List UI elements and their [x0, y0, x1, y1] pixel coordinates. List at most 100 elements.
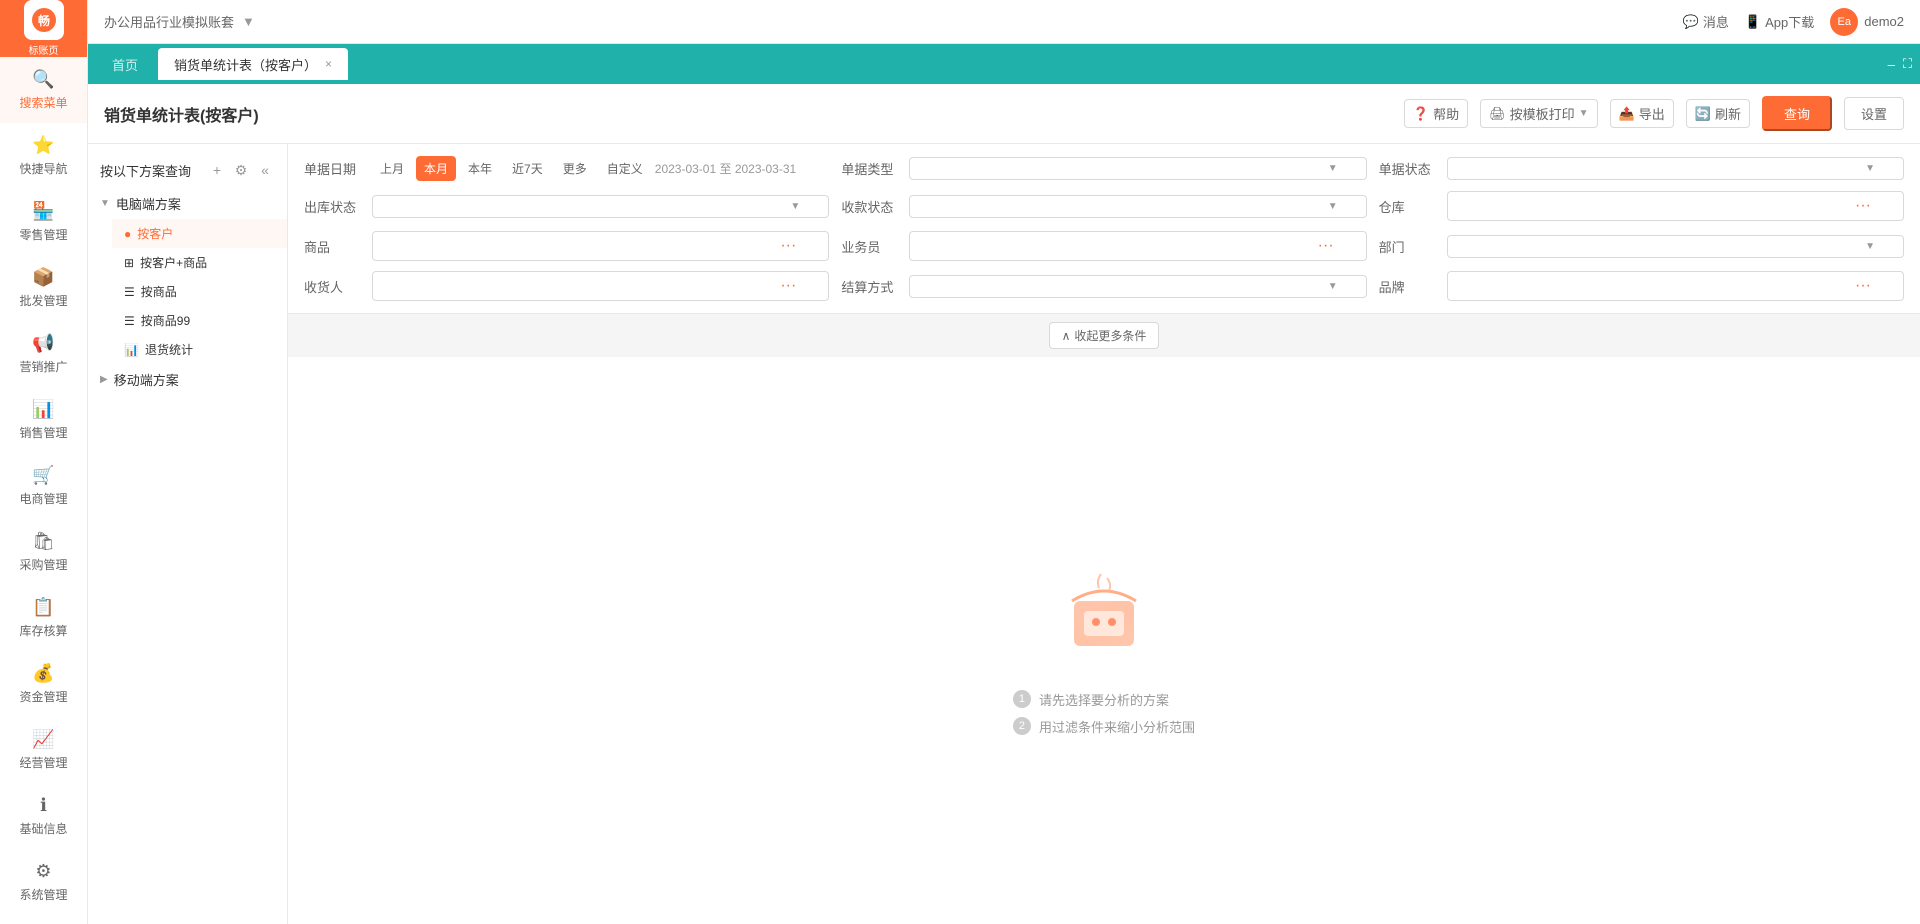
tab-home[interactable]: 首页 — [96, 48, 154, 80]
sidebar-item-marketing[interactable]: 📢 营销推广 — [0, 321, 88, 387]
filter-payment-col: 收款状态 ▼ — [841, 195, 1366, 218]
app-download-button[interactable]: 📱 App下载 — [1745, 12, 1814, 31]
print-label: 按模板打印 — [1510, 104, 1575, 123]
scheme-return-stats-label: 退货统计 — [145, 341, 193, 358]
collapse-button[interactable]: ∧ 收起更多条件 — [1049, 322, 1160, 349]
warehouse-ellipsis[interactable]: ··· — [1851, 197, 1875, 215]
tree-section-pc[interactable]: ▼ 电脑端方案 — [88, 188, 287, 219]
step-1-text: 请先选择要分析的方案 — [1039, 690, 1169, 709]
sidebar-item-quicknav[interactable]: ⭐ 快捷导航 — [0, 123, 88, 189]
sidebar-item-basic[interactable]: ℹ 基础信息 — [0, 783, 88, 849]
receiver-ellipsis[interactable]: ··· — [776, 277, 800, 295]
sidebar-item-collab[interactable]: 🤝 企业协同 — [0, 915, 88, 924]
filter-order-status-col: 单据状态 ▼ — [1379, 157, 1904, 180]
scheme-by-customer[interactable]: ● 按客户 — [112, 219, 287, 248]
collapse-chevron-icon: ∧ — [1062, 329, 1071, 343]
sidebar-item-search[interactable]: 🔍 搜索菜单 — [0, 57, 88, 123]
scheme-by-product[interactable]: ☰ 按商品 — [112, 277, 287, 306]
sidebar-item-basic-label: 基础信息 — [19, 820, 67, 837]
basic-icon: ℹ — [40, 795, 47, 816]
product-select[interactable]: ··· — [372, 231, 829, 261]
minimize-icon[interactable]: – — [1888, 57, 1895, 72]
purchase-icon: 🛍 — [32, 531, 55, 552]
sidebar-item-ecommerce[interactable]: 🛒 电商管理 — [0, 453, 88, 519]
salesperson-ellipsis[interactable]: ··· — [1314, 237, 1338, 255]
query-button[interactable]: 查询 — [1762, 96, 1832, 131]
sidebar-item-system[interactable]: ⚙ 系统管理 — [0, 849, 88, 915]
print-button[interactable]: 🖨 按模板打印 ▼ — [1480, 99, 1597, 128]
salesperson-select[interactable]: ··· — [909, 231, 1366, 261]
sidebar-item-sales[interactable]: 📊 销售管理 — [0, 387, 88, 453]
message-button[interactable]: 💬 消息 — [1683, 12, 1729, 31]
maximize-icon[interactable]: ⛶ — [1903, 56, 1912, 72]
tree-section-mobile[interactable]: ▶ 移动端方案 — [88, 364, 287, 395]
marketing-icon: 📢 — [32, 333, 54, 354]
order-type-select[interactable]: ▼ — [909, 157, 1366, 180]
tab-bar: 首页 销货单统计表（按客户） × – ⛶ — [88, 44, 1920, 84]
brand-ellipsis[interactable]: ··· — [1851, 277, 1875, 295]
sidebar-item-finance[interactable]: 💰 资金管理 — [0, 651, 88, 717]
filter-warehouse-col: 仓库 ··· — [1379, 191, 1904, 221]
header-dropdown-icon[interactable]: ▼ — [242, 14, 255, 29]
tree-children-pc: ● 按客户 ⊞ 按客户+商品 ☰ 按商品 ☰ 按商品99 — [88, 219, 287, 364]
filter-date-col: 单据日期 上月 本月 本年 近7天 更多 自定义 2023-03-01 至 20… — [304, 156, 829, 181]
payment-status-chevron: ▼ — [1328, 201, 1338, 212]
date-custom[interactable]: 自定义 — [599, 156, 651, 181]
left-panel-actions: + ⚙ « — [207, 160, 275, 180]
sidebar-item-ecommerce-label: 电商管理 — [19, 490, 67, 507]
logo-icon: 畅 — [24, 0, 64, 40]
date-this-year[interactable]: 本年 — [460, 156, 500, 181]
filter-settlement-col: 结算方式 ▼ — [841, 275, 1366, 298]
refresh-button[interactable]: 🔄 刷新 — [1686, 99, 1750, 128]
left-panel-header: 按以下方案查询 + ⚙ « — [88, 152, 287, 188]
collapse-panel-button[interactable]: « — [255, 160, 275, 180]
scheme-settings-button[interactable]: ⚙ — [231, 160, 251, 180]
right-panel: 单据日期 上月 本月 本年 近7天 更多 自定义 2023-03-01 至 20… — [288, 144, 1920, 924]
logo-text: 标账页 — [29, 42, 59, 57]
message-label: 消息 — [1703, 12, 1729, 31]
export-button[interactable]: 📤 导出 — [1610, 99, 1674, 128]
person-icon: ● — [124, 227, 131, 241]
body-content: 按以下方案查询 + ⚙ « ▼ 电脑端方案 ● 按客户 — [88, 144, 1920, 924]
print-icon: 🖨 — [1489, 106, 1506, 122]
tree-section-pc-label: 电脑端方案 — [116, 194, 181, 213]
add-scheme-button[interactable]: + — [207, 160, 227, 180]
help-button[interactable]: ❓ 帮助 — [1404, 99, 1468, 128]
chart-icon: 📊 — [124, 343, 139, 357]
date-7days[interactable]: 近7天 — [504, 156, 551, 181]
tab-close-icon[interactable]: × — [325, 57, 332, 71]
sidebar-item-retail[interactable]: 🏪 零售管理 — [0, 189, 88, 255]
warehouse-select[interactable]: ··· — [1447, 191, 1904, 221]
filter-area: 单据日期 上月 本月 本年 近7天 更多 自定义 2023-03-01 至 20… — [288, 144, 1920, 314]
filter-salesperson-col: 业务员 ··· — [841, 231, 1366, 261]
step-2-number: 2 — [1013, 717, 1031, 735]
date-last-month[interactable]: 上月 — [372, 156, 412, 181]
sidebar-item-operations[interactable]: 📈 经营管理 — [0, 717, 88, 783]
sidebar-item-purchase[interactable]: 🛍 采购管理 — [0, 519, 88, 585]
star-icon: ⭐ — [32, 135, 54, 156]
product-ellipsis[interactable]: ··· — [776, 237, 800, 255]
scheme-return-stats[interactable]: 📊 退货统计 — [112, 335, 287, 364]
scheme-by-product99[interactable]: ☰ 按商品99 — [112, 306, 287, 335]
department-select[interactable]: ▼ — [1447, 235, 1904, 258]
sidebar-item-inventory[interactable]: 📋 库存核算 — [0, 585, 88, 651]
delivery-status-select[interactable]: ▼ — [372, 195, 829, 218]
operations-icon: 📈 — [32, 729, 54, 750]
user-profile[interactable]: Ea demo2 — [1830, 8, 1904, 36]
filter-row-2: 出库状态 ▼ 收款状态 ▼ — [304, 191, 1904, 221]
sidebar-item-wholesale[interactable]: 📦 批发管理 — [0, 255, 88, 321]
scheme-by-customer-product[interactable]: ⊞ 按客户+商品 — [112, 248, 287, 277]
tab-sales-stats[interactable]: 销货单统计表（按客户） × — [158, 48, 348, 80]
receiver-select[interactable]: ··· — [372, 271, 829, 301]
payment-status-select[interactable]: ▼ — [909, 195, 1366, 218]
settlement-select[interactable]: ▼ — [909, 275, 1366, 298]
date-more[interactable]: 更多 — [555, 156, 595, 181]
header-title-area: 办公用品行业模拟账套 ▼ — [104, 12, 255, 31]
filter-row-4: 收货人 ··· 结算方式 ▼ — [304, 271, 1904, 301]
date-this-month[interactable]: 本月 — [416, 156, 456, 181]
settings-button[interactable]: 设置 — [1844, 97, 1904, 130]
print-dropdown-icon: ▼ — [1579, 108, 1589, 119]
brand-select[interactable]: ··· — [1447, 271, 1904, 301]
filter-delivery-col: 出库状态 ▼ — [304, 195, 829, 218]
order-status-select[interactable]: ▼ — [1447, 157, 1904, 180]
